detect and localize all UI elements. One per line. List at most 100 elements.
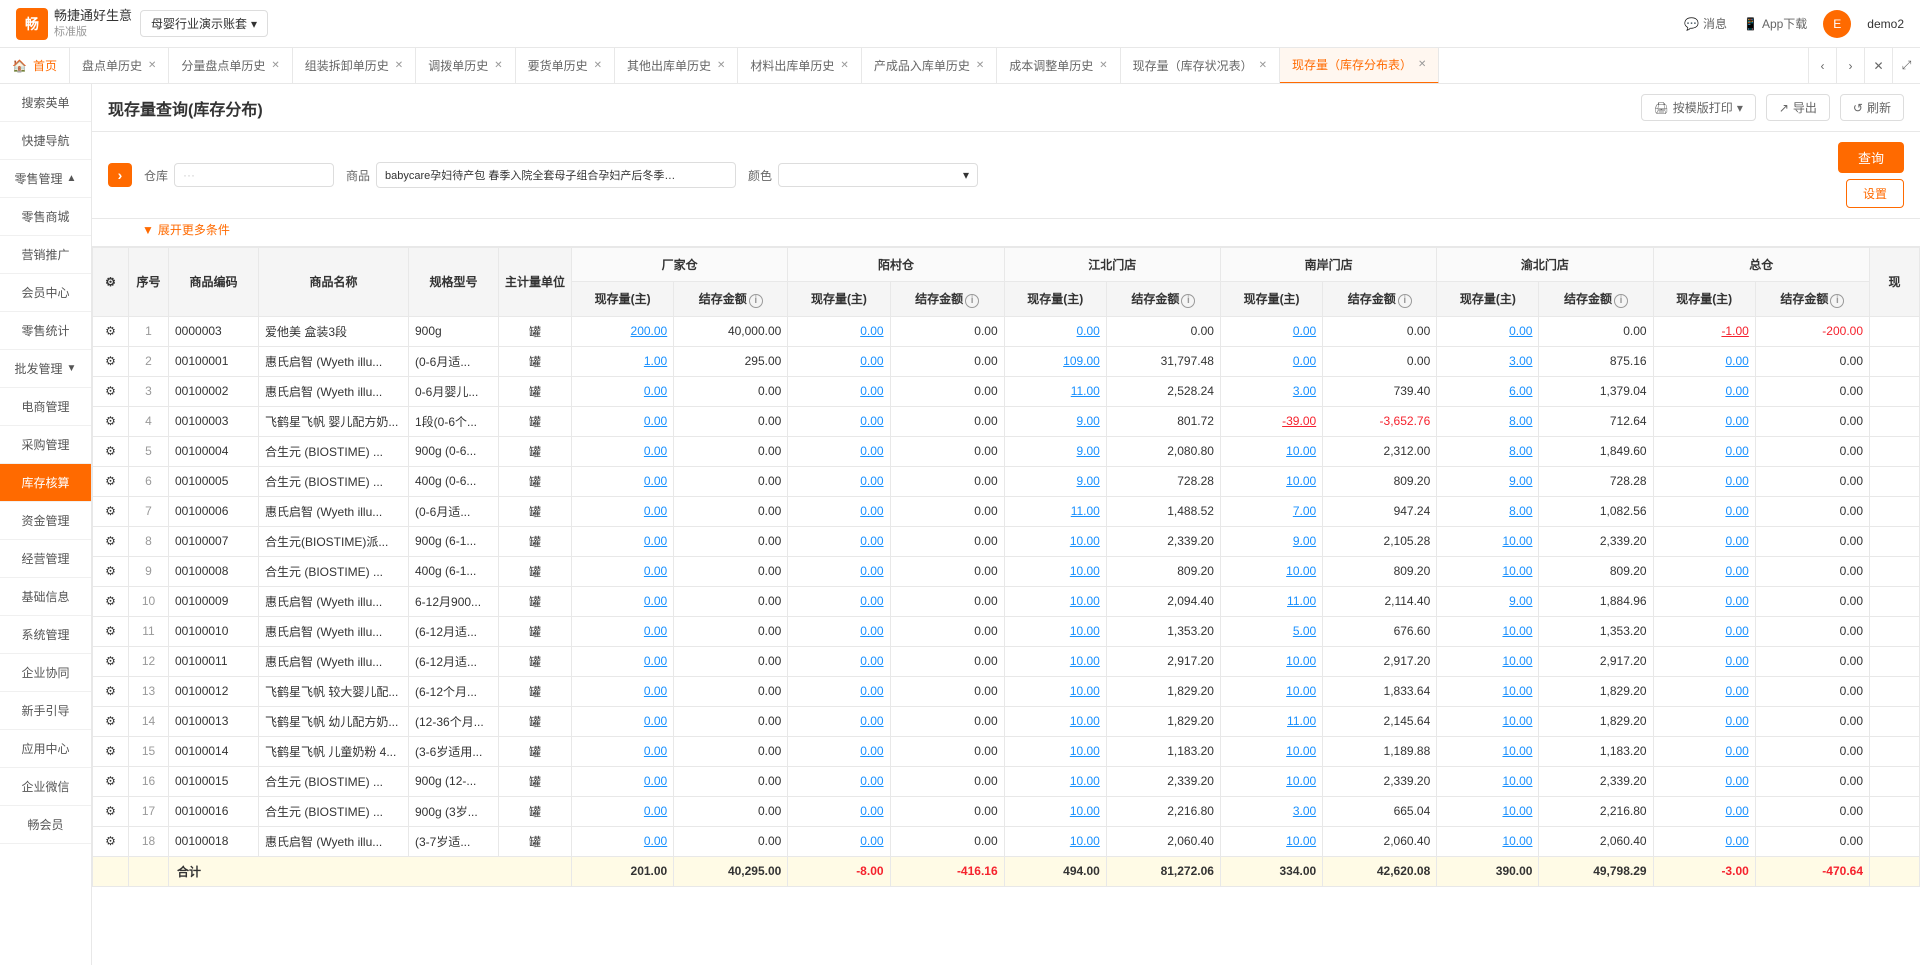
cell-mo-qty[interactable]: 0.00 [788,646,890,676]
cell-nanan-qty[interactable]: 3.00 [1220,376,1322,406]
cell-gear[interactable]: ⚙ [93,406,129,436]
cell-nanan-qty[interactable]: 10.00 [1220,676,1322,706]
export-button[interactable]: ↗ 导出 [1766,94,1830,121]
info-icon-total[interactable]: i [1830,294,1844,308]
cell-jiangbei-qty[interactable]: 10.00 [1004,826,1106,856]
cell-mo-qty[interactable]: 0.00 [788,826,890,856]
avatar[interactable]: E [1823,10,1851,38]
sidebar-item-purchase[interactable]: 采购管理 [0,426,91,464]
cell-gear[interactable]: ⚙ [93,646,129,676]
cell-yubei-qty[interactable]: 10.00 [1437,616,1539,646]
nav-close-all-button[interactable]: ✕ [1864,48,1892,84]
cell-mo-qty[interactable]: 0.00 [788,766,890,796]
sidebar-item-system[interactable]: 系统管理 [0,616,91,654]
cell-total-qty[interactable]: 0.00 [1653,406,1755,436]
sidebar-item-retailstat[interactable]: 零售统计 [0,312,91,350]
sidebar-item-operations[interactable]: 经营管理 [0,540,91,578]
cell-jiangbei-qty[interactable]: 9.00 [1004,436,1106,466]
cell-nanan-qty[interactable]: 10.00 [1220,556,1322,586]
cell-factory-qty[interactable]: 0.00 [572,766,674,796]
tab-close-6[interactable]: ✕ [840,60,848,71]
cell-mo-qty[interactable]: 0.00 [788,466,890,496]
print-button[interactable]: 🖨 按模版打印 ▾ [1641,94,1756,121]
warehouse-input[interactable]: ··· [174,163,334,187]
cell-factory-qty[interactable]: 0.00 [572,496,674,526]
cell-yubei-qty[interactable]: 9.00 [1437,586,1539,616]
cell-nanan-qty[interactable]: 7.00 [1220,496,1322,526]
cell-jiangbei-qty[interactable]: 10.00 [1004,616,1106,646]
nav-tab-10[interactable]: 现存量（库存分布表） ✕ [1280,48,1439,84]
cell-total-qty[interactable]: 0.00 [1653,736,1755,766]
cell-mo-qty[interactable]: 0.00 [788,586,890,616]
nav-tab-1[interactable]: 分量盘点单历史 ✕ [169,48,292,84]
cell-jiangbei-qty[interactable]: 11.00 [1004,376,1106,406]
sidebar-item-appcenter[interactable]: 应用中心 [0,730,91,768]
sidebar-item-search[interactable]: 搜索英单 [0,84,91,122]
table-container[interactable]: ⚙ 序号 商品编码 商品名称 规格型号 主计量单位 厂家仓 陌村仓 江北门店 南… [92,247,1920,965]
cell-gear[interactable]: ⚙ [93,346,129,376]
cell-nanan-qty[interactable]: 10.00 [1220,436,1322,466]
cell-factory-qty[interactable]: 0.00 [572,736,674,766]
cell-nanan-qty[interactable]: 5.00 [1220,616,1322,646]
cell-jiangbei-qty[interactable]: 10.00 [1004,706,1106,736]
cell-mo-qty[interactable]: 0.00 [788,376,890,406]
cell-mo-qty[interactable]: 0.00 [788,796,890,826]
sidebar-item-newguide[interactable]: 新手引导 [0,692,91,730]
cell-mo-qty[interactable]: 0.00 [788,616,890,646]
sidebar-item-marketing[interactable]: 营销推广 [0,236,91,274]
cell-nanan-qty[interactable]: 10.00 [1220,646,1322,676]
cell-gear[interactable]: ⚙ [93,706,129,736]
cell-mo-qty[interactable]: 0.00 [788,406,890,436]
filter-expand-button[interactable]: › [108,163,132,187]
tab-close-10[interactable]: ✕ [1418,59,1426,70]
cell-factory-qty[interactable]: 0.00 [572,556,674,586]
nav-tab-6[interactable]: 材料出库单历史 ✕ [738,48,861,84]
cell-total-qty[interactable]: 0.00 [1653,526,1755,556]
cell-factory-qty[interactable]: 0.00 [572,676,674,706]
sidebar-item-basicinfo[interactable]: 基础信息 [0,578,91,616]
cell-jiangbei-qty[interactable]: 9.00 [1004,466,1106,496]
tab-close-0[interactable]: ✕ [148,60,156,71]
cell-jiangbei-qty[interactable]: 10.00 [1004,556,1106,586]
info-icon-mo[interactable]: i [965,294,979,308]
cell-jiangbei-qty[interactable]: 10.00 [1004,736,1106,766]
cell-yubei-qty[interactable]: 0.00 [1437,316,1539,346]
cell-total-qty[interactable]: -1.00 [1653,316,1755,346]
cell-mo-qty[interactable]: 0.00 [788,676,890,706]
nav-next-button[interactable]: › [1836,48,1864,84]
cell-total-qty[interactable]: 0.00 [1653,616,1755,646]
cell-gear[interactable]: ⚙ [93,376,129,406]
cell-factory-qty[interactable]: 0.00 [572,406,674,436]
cell-yubei-qty[interactable]: 8.00 [1437,406,1539,436]
app-download-button[interactable]: 📱 App下载 [1743,15,1807,32]
cell-nanan-qty[interactable]: 9.00 [1220,526,1322,556]
refresh-button[interactable]: ↺ 刷新 [1840,94,1904,121]
cell-mo-qty[interactable]: 0.00 [788,556,890,586]
company-selector[interactable]: 母婴行业演示账套 ▾ [140,10,268,37]
cell-nanan-qty[interactable]: 10.00 [1220,826,1322,856]
query-button[interactable]: 查询 [1838,142,1904,173]
cell-nanan-qty[interactable]: -39.00 [1220,406,1322,436]
nav-tab-9[interactable]: 现存量（库存状况表） ✕ [1121,48,1280,84]
sidebar-item-retail[interactable]: 零售管理 ▲ [0,160,91,198]
cell-gear[interactable]: ⚙ [93,736,129,766]
cell-gear[interactable]: ⚙ [93,766,129,796]
cell-jiangbei-qty[interactable]: 10.00 [1004,526,1106,556]
cell-total-qty[interactable]: 0.00 [1653,556,1755,586]
tab-close-7[interactable]: ✕ [976,60,984,71]
tab-close-2[interactable]: ✕ [395,60,403,71]
nav-tab-4[interactable]: 要货单历史 ✕ [516,48,615,84]
cell-yubei-qty[interactable]: 6.00 [1437,376,1539,406]
cell-jiangbei-qty[interactable]: 10.00 [1004,676,1106,706]
cell-jiangbei-qty[interactable]: 0.00 [1004,316,1106,346]
cell-gear[interactable]: ⚙ [93,526,129,556]
cell-total-qty[interactable]: 0.00 [1653,466,1755,496]
cell-yubei-qty[interactable]: 9.00 [1437,466,1539,496]
cell-factory-qty[interactable]: 0.00 [572,826,674,856]
cell-jiangbei-qty[interactable]: 11.00 [1004,496,1106,526]
cell-factory-qty[interactable]: 0.00 [572,436,674,466]
info-icon-nanan[interactable]: i [1398,294,1412,308]
cell-nanan-qty[interactable]: 11.00 [1220,706,1322,736]
message-button[interactable]: 💬 消息 [1684,15,1727,32]
cell-gear[interactable]: ⚙ [93,466,129,496]
